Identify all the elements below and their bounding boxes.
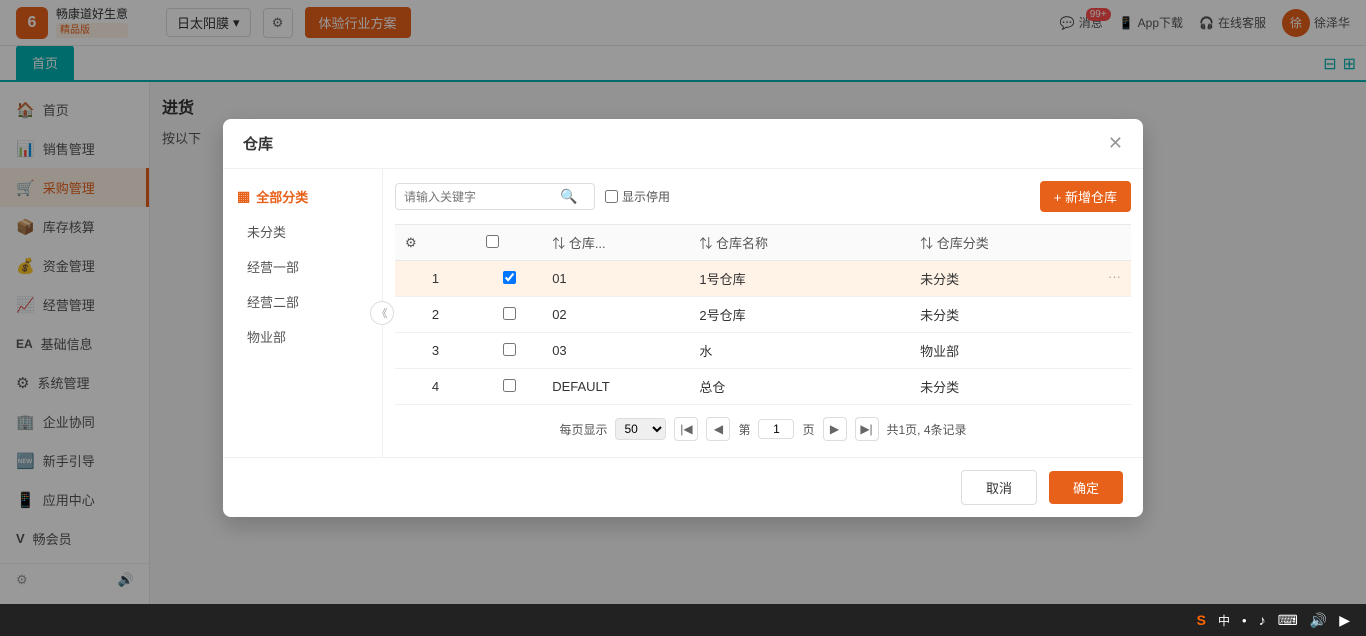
category-all[interactable]: ▦ 全部分类 — [223, 179, 382, 214]
page-prev-button[interactable]: ◀ — [706, 417, 730, 441]
show-disabled-area: 显示停用 — [605, 188, 670, 205]
row-checkbox[interactable] — [503, 307, 516, 320]
bottom-volume-icon[interactable]: 🔊 — [1310, 612, 1327, 629]
collapse-panel-button[interactable]: 《 — [370, 301, 394, 325]
row-name: 水 — [689, 333, 910, 369]
per-page-label: 每页显示 — [559, 421, 607, 438]
col-header-gear: ⚙ — [395, 225, 476, 261]
row-id: 02 — [542, 297, 689, 333]
row-gear[interactable]: 3 — [395, 333, 476, 369]
search-icon: 🔍 — [560, 188, 577, 205]
confirm-button[interactable]: 确定 — [1049, 471, 1123, 504]
col-header-category[interactable]: ⇅ 仓库分类 — [910, 225, 1131, 261]
sort-icon-name: ⇅ — [699, 236, 712, 251]
warehouse-modal: 仓库 ✕ ▦ 全部分类 未分类 经营一部 经营二部 物业部 《 — [223, 119, 1143, 517]
modal-footer: 取消 确定 — [223, 457, 1143, 517]
sort-icon-cat: ⇅ — [920, 236, 933, 251]
row-id: DEFAULT — [542, 369, 689, 405]
row-name: 总仓 — [689, 369, 910, 405]
row-gear[interactable]: 1 — [395, 261, 476, 297]
row-id: 01 — [542, 261, 689, 297]
table-row[interactable]: 3 03 水 物业部 — [395, 333, 1131, 369]
search-input[interactable] — [404, 190, 554, 204]
page-label-pre: 第 — [738, 421, 750, 438]
modal-header: 仓库 ✕ — [223, 119, 1143, 169]
category-item-dept1[interactable]: 经营一部 — [223, 249, 382, 284]
col-header-name[interactable]: ⇅ 仓库名称 — [689, 225, 910, 261]
table-row[interactable]: 1 01 1号仓库 未分类 ··· — [395, 261, 1131, 297]
page-last-button[interactable]: ▶| — [855, 417, 879, 441]
bottom-zh-icon[interactable]: 中 — [1218, 612, 1230, 629]
modal-body: ▦ 全部分类 未分类 经营一部 经营二部 物业部 《 🔍 — [223, 169, 1143, 457]
grid-icon: ▦ — [237, 188, 250, 205]
page-size-select: 50 100 200 — [615, 418, 666, 440]
total-label: 共1页, 4条记录 — [887, 421, 967, 438]
page-number-input[interactable] — [758, 419, 794, 439]
brand-s-icon: S — [1197, 612, 1206, 628]
gear-icon[interactable]: ⚙ — [405, 235, 417, 250]
row-category: 物业部 — [910, 333, 1131, 369]
modal-overlay: 仓库 ✕ ▦ 全部分类 未分类 经营一部 经营二部 物业部 《 — [0, 0, 1366, 636]
category-all-label: 全部分类 — [256, 187, 308, 206]
col-header-id[interactable]: ⇅ 仓库... — [542, 225, 689, 261]
table-row[interactable]: 4 DEFAULT 总仓 未分类 — [395, 369, 1131, 405]
category-item-dept2[interactable]: 经营二部 — [223, 284, 382, 319]
cancel-button[interactable]: 取消 — [961, 470, 1037, 505]
page-size-dropdown[interactable]: 50 100 200 — [615, 418, 666, 440]
row-checkbox-cell — [476, 369, 542, 405]
pagination: 每页显示 50 100 200 |◀ ◀ 第 页 ▶ ▶| — [395, 405, 1131, 445]
row-checkbox-cell — [476, 333, 542, 369]
modal-title: 仓库 — [243, 133, 273, 154]
table-row[interactable]: 2 02 2号仓库 未分类 — [395, 297, 1131, 333]
bottom-music-icon[interactable]: ♪ — [1259, 612, 1266, 628]
row-id: 03 — [542, 333, 689, 369]
warehouse-table: ⚙ ⇅ 仓库... ⇅ 仓库名称 — [395, 224, 1131, 405]
page-first-button[interactable]: |◀ — [674, 417, 698, 441]
page-label-post: 页 — [802, 421, 814, 438]
category-item-unclassified[interactable]: 未分类 — [223, 214, 382, 249]
search-bar: 🔍 显示停用 + 新增仓库 — [395, 181, 1131, 212]
category-panel: ▦ 全部分类 未分类 经营一部 经营二部 物业部 《 — [223, 169, 383, 457]
show-disabled-label: 显示停用 — [622, 188, 670, 205]
table-panel: 🔍 显示停用 + 新增仓库 ⚙ — [383, 169, 1143, 457]
row-category: 未分类 ··· — [910, 261, 1131, 297]
row-checkbox[interactable] — [503, 343, 516, 356]
row-checkbox-cell — [476, 297, 542, 333]
row-name: 1号仓库 — [689, 261, 910, 297]
bottom-keyboard-icon[interactable]: ⌨ — [1278, 612, 1298, 629]
row-name: 2号仓库 — [689, 297, 910, 333]
row-checkbox[interactable] — [503, 379, 516, 392]
modal-close-button[interactable]: ✕ — [1108, 133, 1123, 154]
search-input-wrap: 🔍 — [395, 183, 595, 210]
sort-icon: ⇅ — [552, 236, 565, 251]
page-next-button[interactable]: ▶ — [823, 417, 847, 441]
bottom-play-icon[interactable]: ▶ — [1339, 612, 1350, 629]
row-category: 未分类 — [910, 369, 1131, 405]
col-header-check — [476, 225, 542, 261]
select-all-checkbox[interactable] — [486, 235, 499, 248]
add-warehouse-button[interactable]: + 新增仓库 — [1040, 181, 1131, 212]
row-gear[interactable]: 4 — [395, 369, 476, 405]
row-more-icon[interactable]: ··· — [1108, 269, 1121, 284]
row-checkbox-cell — [476, 261, 542, 297]
row-gear[interactable]: 2 — [395, 297, 476, 333]
show-disabled-checkbox[interactable] — [605, 190, 618, 203]
row-checkbox[interactable] — [503, 271, 516, 284]
category-item-property[interactable]: 物业部 — [223, 319, 382, 354]
row-category: 未分类 — [910, 297, 1131, 333]
bottom-dot-icon: • — [1242, 613, 1247, 628]
bottom-bar: S 中 • ♪ ⌨ 🔊 ▶ — [0, 604, 1366, 636]
